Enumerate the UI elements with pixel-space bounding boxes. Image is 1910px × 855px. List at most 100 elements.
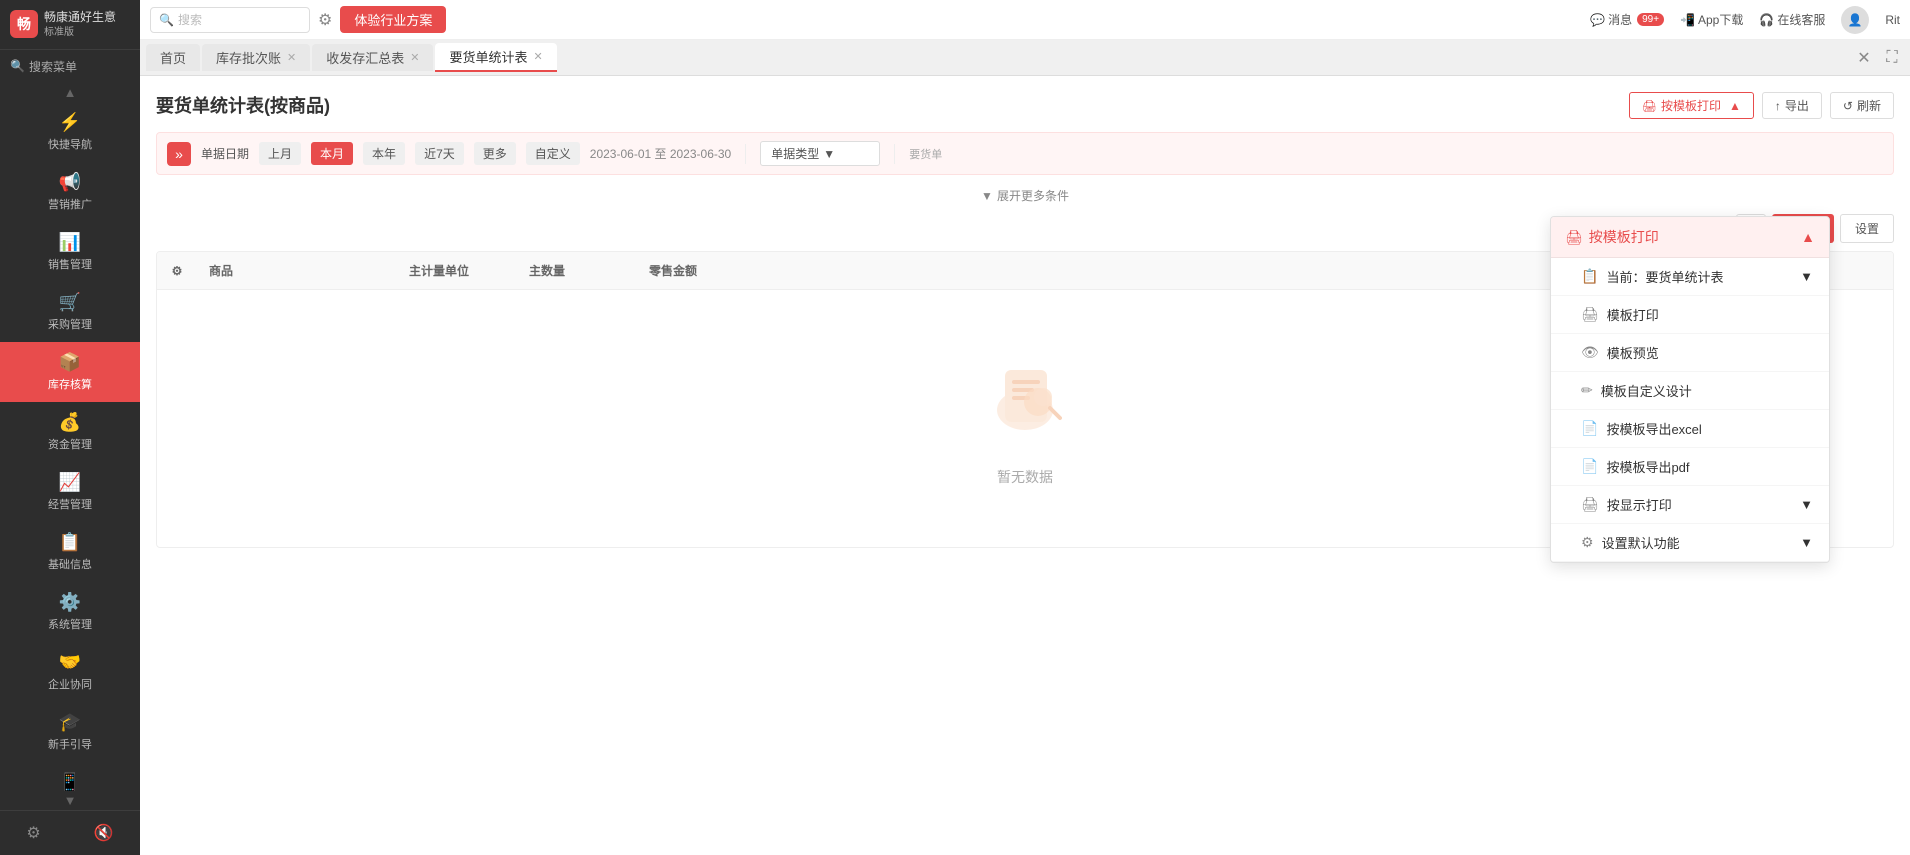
sidebar-sound-icon[interactable]: 🔇: [90, 819, 118, 847]
print-template-pdf[interactable]: 📄 按模板导出pdf: [1551, 448, 1829, 486]
settings-btn[interactable]: 设置: [1840, 214, 1894, 243]
print-display-print[interactable]: 🖨 按显示打印 ▼: [1551, 486, 1829, 524]
trial-btn[interactable]: 体验行业方案: [340, 6, 446, 33]
template-pdf-icon: 📄: [1581, 458, 1598, 475]
print-dropdown-header-right: ▲: [1801, 229, 1815, 245]
topbar-actions: 💬 消息 99+ 📲 App下载 🎧 在线客服 👤 Rit: [1590, 6, 1900, 34]
topbar-search-box[interactable]: 🔍 搜索: [150, 7, 310, 33]
filter-divider-2: [894, 144, 895, 164]
display-print-icon: 🖨: [1581, 496, 1599, 513]
topbar-gear-icon[interactable]: ⚙: [318, 10, 332, 30]
logo-icon: 畅: [10, 10, 38, 38]
date-current-year[interactable]: 本年: [363, 142, 405, 165]
print-template-excel[interactable]: 📄 按模板导出excel: [1551, 410, 1829, 448]
refresh-icon: ↺: [1843, 99, 1853, 113]
print-dropdown: 🖨 按模板打印 ▲ 📋 当前：要货单统计表 ▼ 🖨 模板打印: [1550, 216, 1830, 563]
th-amount: 零售金额: [637, 262, 757, 279]
date-prev-month[interactable]: 上月: [259, 142, 301, 165]
tab-home[interactable]: 首页: [146, 44, 200, 71]
tab-expand-btn[interactable]: ⛶: [1880, 46, 1904, 70]
topbar-user-name: Rit: [1885, 13, 1900, 27]
date-label: 单据日期: [201, 145, 249, 162]
sidebar-scroll-down[interactable]: ▼: [0, 791, 140, 810]
basic-info-icon: 📋: [59, 532, 81, 553]
template-excel-icon: 📄: [1581, 420, 1598, 437]
date-range-display: 2023-06-01 至 2023-06-30: [590, 145, 731, 162]
print-template-btn[interactable]: 🖨 按模板打印 ▲: [1629, 92, 1754, 119]
expand-more-bar[interactable]: ▼ 展开更多条件: [156, 183, 1894, 208]
logo-text: 畅康通好生意 标准版: [44, 10, 116, 39]
sidebar-item-app-center[interactable]: 📱 应用中心: [0, 762, 140, 791]
print-template-preview[interactable]: 👁 模板预览: [1551, 334, 1829, 372]
sidebar-item-quick-nav[interactable]: ⚡ 快捷导航: [0, 102, 140, 162]
topbar: 🔍 搜索 ⚙ 体验行业方案 💬 消息 99+ 📲 App下载 🎧 在线客服 👤 …: [140, 0, 1910, 40]
date-last7days[interactable]: 近7天: [415, 142, 464, 165]
filter-expand-btn[interactable]: »: [167, 142, 191, 166]
template-custom-icon: ✏: [1581, 382, 1593, 399]
empty-state-icon: [980, 350, 1070, 457]
main-area: 🔍 搜索 ⚙ 体验行业方案 💬 消息 99+ 📲 App下载 🎧 在线客服 👤 …: [140, 0, 1910, 855]
print-dropdown-close-icon[interactable]: ▲: [1801, 229, 1815, 245]
tab-close-all-btn[interactable]: ✕: [1852, 46, 1876, 70]
topbar-message[interactable]: 💬 消息 99+: [1590, 11, 1664, 28]
template-preview-icon: 👁: [1581, 344, 1599, 361]
date-custom[interactable]: 自定义: [526, 142, 580, 165]
date-more[interactable]: 更多: [474, 142, 516, 165]
print-template-print[interactable]: 🖨 模板打印: [1551, 296, 1829, 334]
sidebar-item-basic-info[interactable]: 📋 基础信息: [0, 522, 140, 582]
sidebar-item-guide[interactable]: 🎓 新手引导: [0, 702, 140, 762]
download-icon: 📲: [1680, 13, 1695, 27]
action-bar: 🖨 按模板打印 ▲ ↑ 导出 ↺ 刷新: [1629, 92, 1894, 119]
doc-type-chevron-icon: ▼: [823, 147, 835, 161]
th-product: 商品: [197, 262, 397, 279]
message-badge: 99+: [1637, 13, 1664, 26]
sidebar-item-cooperation[interactable]: 🤝 企业协同: [0, 642, 140, 702]
sidebar-settings-icon[interactable]: ⚙: [22, 819, 44, 847]
th-settings[interactable]: ⚙: [157, 264, 197, 278]
topbar-avatar[interactable]: 👤: [1841, 6, 1869, 34]
sidebar-item-operations[interactable]: 📈 经营管理: [0, 462, 140, 522]
tab-inventory-batch[interactable]: 库存批次账 ✕: [202, 44, 310, 71]
yaohuodan-label: 要货单: [909, 146, 942, 162]
set-default-icon: ⚙: [1581, 534, 1594, 551]
sidebar-bottom: ⚙ 🔇: [0, 810, 140, 855]
sidebar-item-marketing[interactable]: 📢 营销推广: [0, 162, 140, 222]
print-icon: 🖨: [1642, 99, 1657, 113]
topbar-search-icon: 🔍: [159, 13, 174, 27]
doc-type-dropdown[interactable]: 单据类型 ▼: [760, 141, 880, 166]
service-icon: 🎧: [1759, 13, 1774, 27]
expand-down-icon: ▼: [981, 189, 993, 203]
current-template-icon: 📋: [1581, 268, 1598, 285]
system-icon: ⚙️: [59, 592, 81, 613]
tab-inventory-batch-close[interactable]: ✕: [287, 51, 296, 64]
print-template-custom[interactable]: ✏ 模板自定义设计: [1551, 372, 1829, 410]
print-dropdown-header: 🖨 按模板打印 ▲: [1551, 217, 1829, 258]
sidebar-item-inventory[interactable]: 📦 库存核算: [0, 342, 140, 402]
sidebar-item-finance[interactable]: 💰 资金管理: [0, 402, 140, 462]
app-logo: 畅 畅康通好生意 标准版: [0, 0, 140, 50]
print-set-default[interactable]: ⚙ 设置默认功能 ▼: [1551, 524, 1829, 562]
sidebar-item-sales[interactable]: 📊 销售管理: [0, 222, 140, 282]
tab-order-stats[interactable]: 要货单统计表 ✕: [435, 43, 556, 72]
refresh-btn[interactable]: ↺ 刷新: [1830, 92, 1894, 119]
app-center-icon: 📱: [59, 772, 81, 791]
cooperation-icon: 🤝: [59, 652, 81, 673]
export-btn[interactable]: ↑ 导出: [1762, 92, 1822, 119]
th-unit: 主计量单位: [397, 262, 517, 279]
template-print-icon: 🖨: [1581, 306, 1599, 323]
print-current-template[interactable]: 📋 当前：要货单统计表 ▼: [1551, 258, 1829, 296]
tab-receipt-summary[interactable]: 收发存汇总表 ✕: [312, 44, 433, 71]
topbar-online-service[interactable]: 🎧 在线客服: [1759, 11, 1825, 28]
sidebar-scroll-up[interactable]: ▲: [0, 83, 140, 102]
date-current-month[interactable]: 本月: [311, 142, 353, 165]
marketing-icon: 📢: [59, 172, 81, 193]
tab-receipt-summary-close[interactable]: ✕: [410, 51, 419, 64]
inventory-icon: 📦: [59, 352, 81, 373]
print-chevron-up-icon: ▲: [1729, 99, 1741, 113]
sidebar-nav: ⚡ 快捷导航 📢 营销推广 📊 销售管理 🛒 采购管理 📦 库存核算 💰 资金管…: [0, 102, 140, 791]
sidebar-item-system[interactable]: ⚙️ 系统管理: [0, 582, 140, 642]
tab-order-stats-close[interactable]: ✕: [534, 50, 543, 63]
topbar-app-download[interactable]: 📲 App下载: [1680, 11, 1743, 28]
sidebar-search[interactable]: 🔍 搜索菜单: [0, 50, 140, 83]
sidebar-item-purchase[interactable]: 🛒 采购管理: [0, 282, 140, 342]
